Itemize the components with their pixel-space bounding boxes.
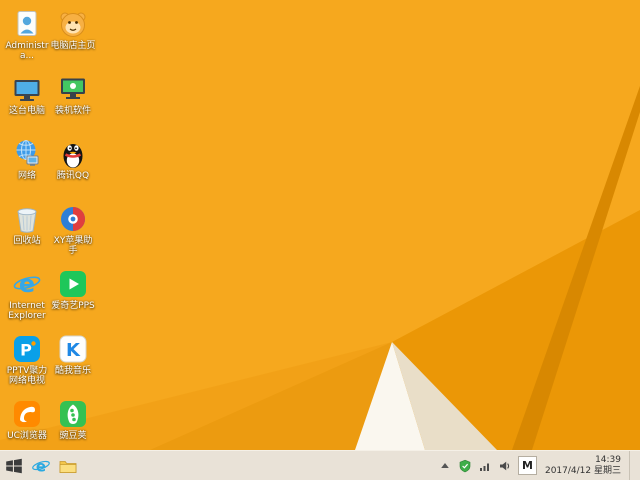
iqiyi-icon (57, 268, 89, 300)
ime-indicator[interactable]: M (517, 456, 537, 475)
volume-tray-icon[interactable] (498, 459, 512, 473)
desktop-icon-setup-software[interactable]: 装机软件 (50, 73, 96, 138)
wallpaper (0, 0, 640, 450)
svg-text:K: K (66, 340, 81, 361)
desktop-icon-tencent-qq[interactable]: 腾讯QQ (50, 138, 96, 203)
desktop-icon-iqiyi-pps[interactable]: 爱奇艺PPS (50, 268, 96, 333)
desktop-icon-label: 回收站 (13, 236, 41, 246)
xy-assistant-icon (57, 203, 89, 235)
qq-penguin-icon (57, 138, 89, 170)
desktop-icon-label: XY苹果助手 (53, 236, 93, 256)
svg-text:e: e (19, 270, 35, 298)
network-globe-icon (11, 138, 43, 170)
desktop-icon-pc-store-home[interactable]: 电脑店主页 (50, 8, 96, 73)
kuwo-music-icon: K (57, 333, 89, 365)
desktop-icon-label: 网络 (17, 171, 36, 181)
pptv-icon: P (11, 333, 43, 365)
security-shield-icon[interactable] (458, 459, 472, 473)
folder-icon (59, 460, 76, 473)
desktop-icon-label: 爱奇艺PPS (51, 301, 95, 311)
taskbar-clock[interactable]: 14:39 2017/4/12 星期三 (543, 455, 623, 477)
desktop[interactable]: Administra... 这台电脑 网络 回收站 e Internet Exp… (0, 0, 640, 480)
network-tray-icon[interactable] (478, 459, 492, 473)
svg-text:e: e (35, 457, 45, 475)
desktop-icon-label: Internet Explorer (8, 301, 46, 321)
desktop-icon-label: PPTV聚力网络电视 (6, 366, 48, 386)
computer-icon (11, 73, 43, 105)
taskbar: e M 14:39 2017/4/12 星期三 (0, 450, 640, 480)
desktop-icon-xy-assistant[interactable]: XY苹果助手 (50, 203, 96, 268)
system-tray: M 14:39 2017/4/12 星期三 (438, 451, 640, 480)
desktop-icon-label: 装机软件 (54, 106, 91, 116)
desktop-icon-label: 电脑店主页 (50, 41, 96, 51)
desktop-icon-kuwo-music[interactable]: K 酷我音乐 (50, 333, 96, 398)
taskbar-internet-explorer-button[interactable]: e (27, 451, 54, 480)
internet-explorer-icon: e (11, 268, 43, 300)
clock-time: 14:39 (595, 454, 621, 465)
uc-browser-icon (11, 398, 43, 430)
internet-explorer-icon: e (31, 457, 50, 475)
desktop-icon-internet-explorer[interactable]: e Internet Explorer (4, 268, 50, 333)
start-button[interactable] (0, 451, 27, 480)
desktop-icon-pptv[interactable]: P PPTV聚力网络电视 (4, 333, 50, 398)
clock-date: 2017/4/12 星期三 (544, 465, 621, 476)
pc-store-monkey-icon (57, 8, 89, 40)
recycle-bin-icon (11, 203, 43, 235)
desktop-icon-label: 这台电脑 (8, 106, 45, 116)
svg-text:P: P (20, 341, 32, 360)
taskbar-file-explorer-button[interactable] (54, 451, 81, 480)
pea-pod-icon (57, 398, 89, 430)
desktop-icon-network[interactable]: 网络 (4, 138, 50, 203)
desktop-icons: Administra... 这台电脑 网络 回收站 e Internet Exp… (4, 8, 96, 463)
desktop-icon-label: 豌豆荚 (59, 431, 87, 441)
desktop-icon-label: UC浏览器 (7, 431, 47, 441)
desktop-icon-label: Administra... (5, 41, 49, 61)
software-monitor-icon (57, 73, 89, 105)
show-desktop-button[interactable] (629, 451, 636, 480)
user-files-icon (11, 8, 43, 40)
desktop-icon-label: 腾讯QQ (56, 171, 90, 181)
windows-logo-icon (5, 458, 22, 473)
desktop-icon-user-files[interactable]: Administra... (4, 8, 50, 73)
desktop-icon-this-pc[interactable]: 这台电脑 (4, 73, 50, 138)
desktop-icon-recycle-bin[interactable]: 回收站 (4, 203, 50, 268)
desktop-icon-label: 酷我音乐 (54, 366, 91, 376)
hidden-icons-arrow[interactable] (438, 459, 452, 473)
